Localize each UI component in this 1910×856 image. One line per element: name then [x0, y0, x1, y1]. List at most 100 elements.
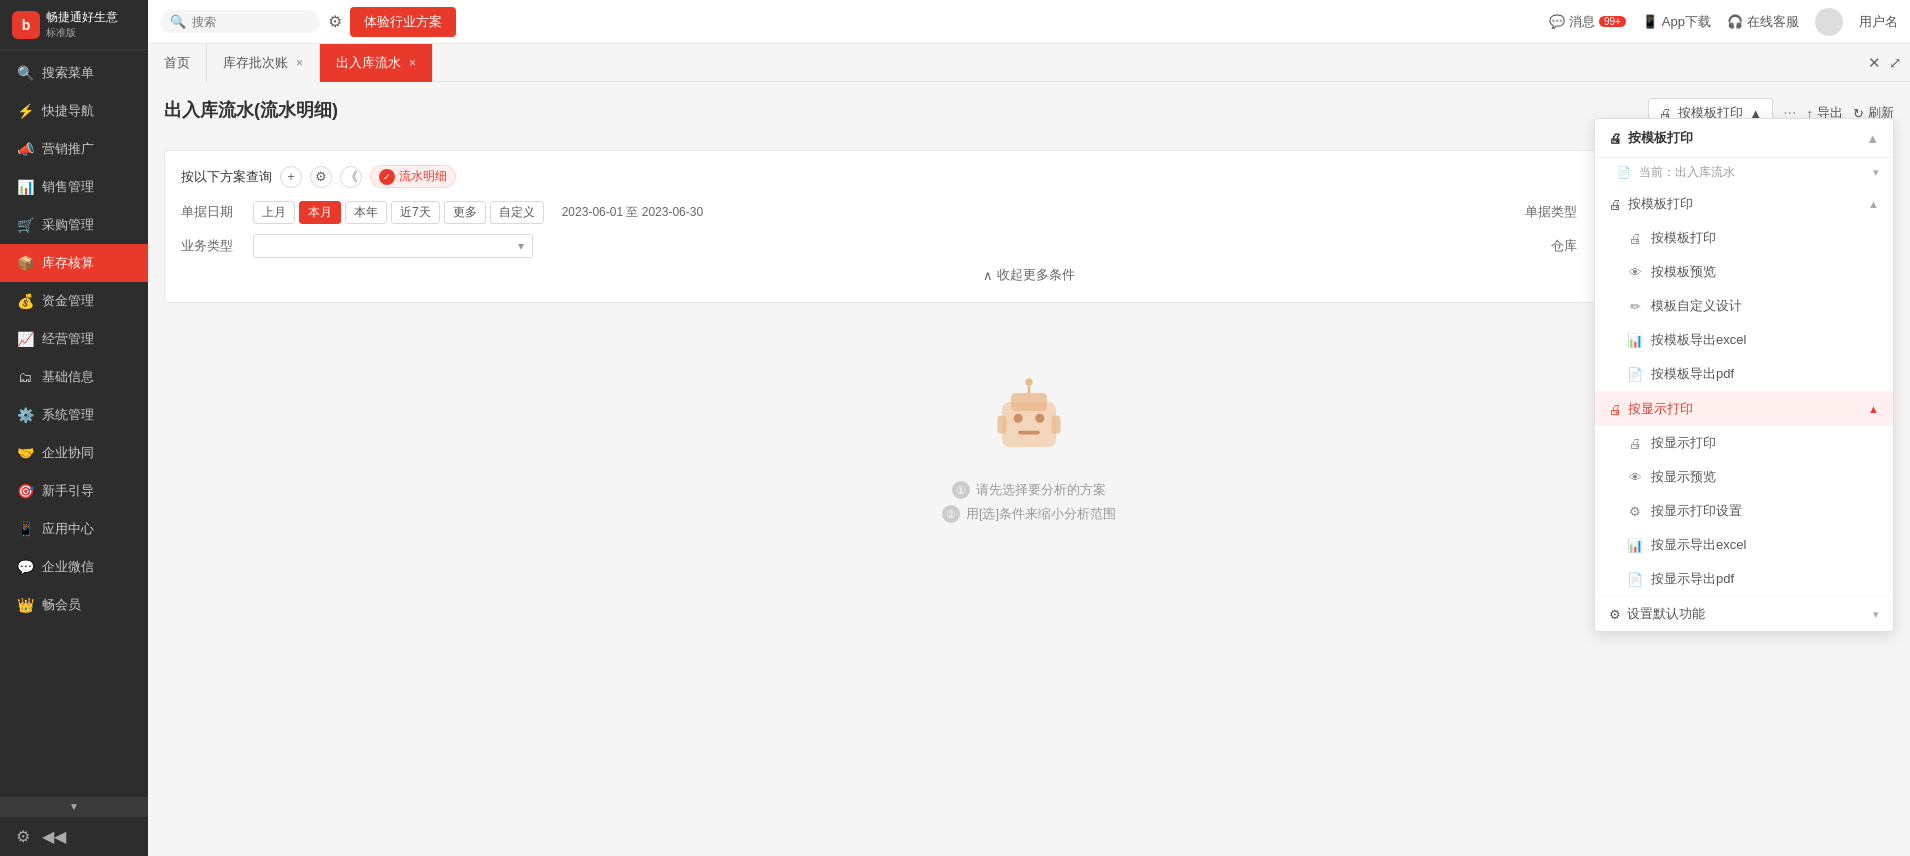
date-btn-上月[interactable]: 上月	[253, 201, 295, 224]
empty-tip1-text: 请先选择要分析的方案	[976, 481, 1106, 499]
tag-label: 流水明细	[399, 168, 447, 185]
display-section-header[interactable]: 🖨 按显示打印 ▲	[1595, 392, 1893, 426]
sidebar-item-finance[interactable]: 💰资金管理	[0, 282, 148, 320]
doc-type-label: 单据类型	[1525, 203, 1577, 221]
nav-label-purchase: 采购管理	[42, 216, 94, 234]
sidebar-item-newbie[interactable]: 🎯新手引导	[0, 472, 148, 510]
tab-label-home: 首页	[164, 54, 190, 72]
sidebar-item-enterprise-wechat[interactable]: 💬企业微信	[0, 548, 148, 586]
app-title: 畅捷通好生意	[46, 10, 118, 26]
add-filter-btn[interactable]: +	[280, 166, 302, 188]
app-download-btn[interactable]: 📱 App下载	[1642, 13, 1711, 31]
display-print-settings-item[interactable]: ⚙ 按显示打印设置	[1595, 494, 1893, 528]
filter-label: 按以下方案查询	[181, 168, 272, 186]
message-badge: 99+	[1599, 16, 1626, 27]
template-section-label: 按模板打印	[1628, 195, 1693, 213]
sidebar-item-search-menu[interactable]: 🔍搜索菜单	[0, 54, 148, 92]
sidebar-scroll-down[interactable]: ▼	[0, 797, 148, 816]
date-btn-本月[interactable]: 本月	[299, 201, 341, 224]
message-icon: 💬	[1549, 14, 1565, 29]
date-btn-本年[interactable]: 本年	[345, 201, 387, 224]
settings-filter-btn[interactable]: ⚙	[310, 166, 332, 188]
defaults-section-header[interactable]: ⚙ 设置默认功能 ▾	[1595, 597, 1893, 631]
sidebar-item-business[interactable]: 📈经营管理	[0, 320, 148, 358]
nav-label-cooperation: 企业协同	[42, 444, 94, 462]
nav-icon-sales: 📊	[16, 178, 34, 196]
sidebar-item-vip[interactable]: 👑畅会员	[0, 586, 148, 624]
collapse-conditions-btn[interactable]: ∧ 收起更多条件	[971, 262, 1087, 288]
display-print-item[interactable]: 🖨 按显示打印	[1595, 426, 1893, 460]
nav-label-sales: 销售管理	[42, 178, 94, 196]
app-logo-icon: b	[12, 11, 40, 39]
display-pdf-label: 按显示导出pdf	[1651, 570, 1734, 588]
tag-icon: ✓	[379, 169, 395, 185]
search-icon: 🔍	[170, 14, 186, 29]
search-input[interactable]	[192, 15, 302, 29]
nav-icon-basic: 🗂	[16, 368, 34, 386]
topbar-gear-icon[interactable]: ⚙	[328, 12, 342, 31]
online-service-label: 在线客服	[1747, 13, 1799, 31]
date-label: 单据日期	[181, 203, 241, 221]
dropdown-panel: 🖨 按模板打印 ▲ 📄 当前：出入库流水 ▾ 🖨 按模板打印 ▲	[1594, 118, 1894, 632]
defaults-section-label: 设置默认功能	[1627, 605, 1705, 623]
tabbar-right: ✕ ⤢	[1868, 54, 1910, 72]
tab-inout-flow[interactable]: 出入库流水 ×	[320, 44, 433, 82]
display-excel-item[interactable]: 📊 按显示导出excel	[1595, 528, 1893, 562]
defaults-section-chevron: ▾	[1873, 608, 1879, 621]
trial-btn[interactable]: 体验行业方案	[350, 7, 456, 37]
nav-label-vip: 畅会员	[42, 596, 81, 614]
date-btn-近7天[interactable]: 近7天	[391, 201, 440, 224]
topbar-search-box[interactable]: 🔍	[160, 10, 320, 33]
nav-icon-enterprise-wechat: 💬	[16, 558, 34, 576]
tab-close-batch-account[interactable]: ×	[296, 56, 303, 70]
message-btn[interactable]: 💬 消息 99+	[1549, 13, 1626, 31]
online-service-btn[interactable]: 🎧 在线客服	[1727, 13, 1799, 31]
sidebar-item-inventory[interactable]: 📦库存核算	[0, 244, 148, 282]
template-print-item[interactable]: 🖨 按模板打印	[1595, 221, 1893, 255]
nav-label-newbie: 新手引导	[42, 482, 94, 500]
template-section-header[interactable]: 🖨 按模板打印 ▲	[1595, 187, 1893, 221]
dropdown-close-chevron[interactable]: ▲	[1866, 131, 1879, 146]
business-type-input[interactable]: ▾	[253, 234, 533, 258]
tab-close-inout-flow[interactable]: ×	[409, 56, 416, 70]
warehouse-label: 仓库	[1551, 237, 1577, 255]
filter-tag[interactable]: ✓ 流水明细	[370, 165, 456, 188]
tabbar-close-btn[interactable]: ✕	[1868, 54, 1881, 72]
sidebar-settings-icon[interactable]: ⚙	[16, 827, 30, 846]
sidebar-item-app-center[interactable]: 📱应用中心	[0, 510, 148, 548]
display-print-icon: 🖨	[1627, 435, 1643, 451]
display-preview-item[interactable]: 👁 按显示预览	[1595, 460, 1893, 494]
nav-label-system: 系统管理	[42, 406, 94, 424]
template-excel-icon: 📊	[1627, 332, 1643, 348]
nav-icon-quick-nav: ⚡	[16, 102, 34, 120]
sidebar-collapse-icon[interactable]: ◀◀	[42, 827, 66, 846]
sidebar-item-system[interactable]: ⚙️ 系统管理	[0, 396, 148, 434]
display-settings-icon: ⚙	[1627, 503, 1643, 519]
date-btn-更多[interactable]: 更多	[444, 201, 486, 224]
headset-icon: 🎧	[1727, 14, 1743, 29]
sidebar-item-basic[interactable]: 🗂基础信息	[0, 358, 148, 396]
topbar: 🔍 ⚙ 体验行业方案 💬 消息 99+ 📱 App下载 🎧 在线客服 用户名	[148, 0, 1910, 44]
tab-home[interactable]: 首页	[148, 44, 207, 82]
collapse-filter-btn[interactable]: 《	[340, 166, 362, 188]
template-preview-item[interactable]: 👁 按模板预览	[1595, 255, 1893, 289]
sidebar-item-cooperation[interactable]: 🤝企业协同	[0, 434, 148, 472]
tabbar-expand-btn[interactable]: ⤢	[1889, 54, 1902, 72]
template-customize-item[interactable]: ✏ 模板自定义设计	[1595, 289, 1893, 323]
sidebar-item-sales[interactable]: 📊 销售管理	[0, 168, 148, 206]
nav-icon-system: ⚙️	[16, 406, 34, 424]
sidebar-item-purchase[interactable]: 🛒采购管理	[0, 206, 148, 244]
display-pdf-item[interactable]: 📄 按显示导出pdf	[1595, 562, 1893, 596]
tabbar: 首页库存批次账× 出入库流水 × ✕ ⤢	[148, 44, 1910, 82]
tab-label-inout-flow: 出入库流水	[336, 54, 401, 72]
nav-label-search-menu: 搜索菜单	[42, 64, 94, 82]
sidebar-item-marketing[interactable]: 📣营销推广	[0, 130, 148, 168]
tab-batch-account[interactable]: 库存批次账×	[207, 44, 320, 82]
template-excel-item[interactable]: 📊 按模板导出excel	[1595, 323, 1893, 357]
sidebar-item-quick-nav[interactable]: ⚡快捷导航	[0, 92, 148, 130]
date-btn-自定义[interactable]: 自定义	[490, 201, 544, 224]
nav-label-app-center: 应用中心	[42, 520, 94, 538]
user-avatar[interactable]	[1815, 8, 1843, 36]
template-pdf-item[interactable]: 📄 按模板导出pdf	[1595, 357, 1893, 391]
empty-tip-2: ② 用[选]条件来缩小分析范围	[942, 505, 1116, 523]
